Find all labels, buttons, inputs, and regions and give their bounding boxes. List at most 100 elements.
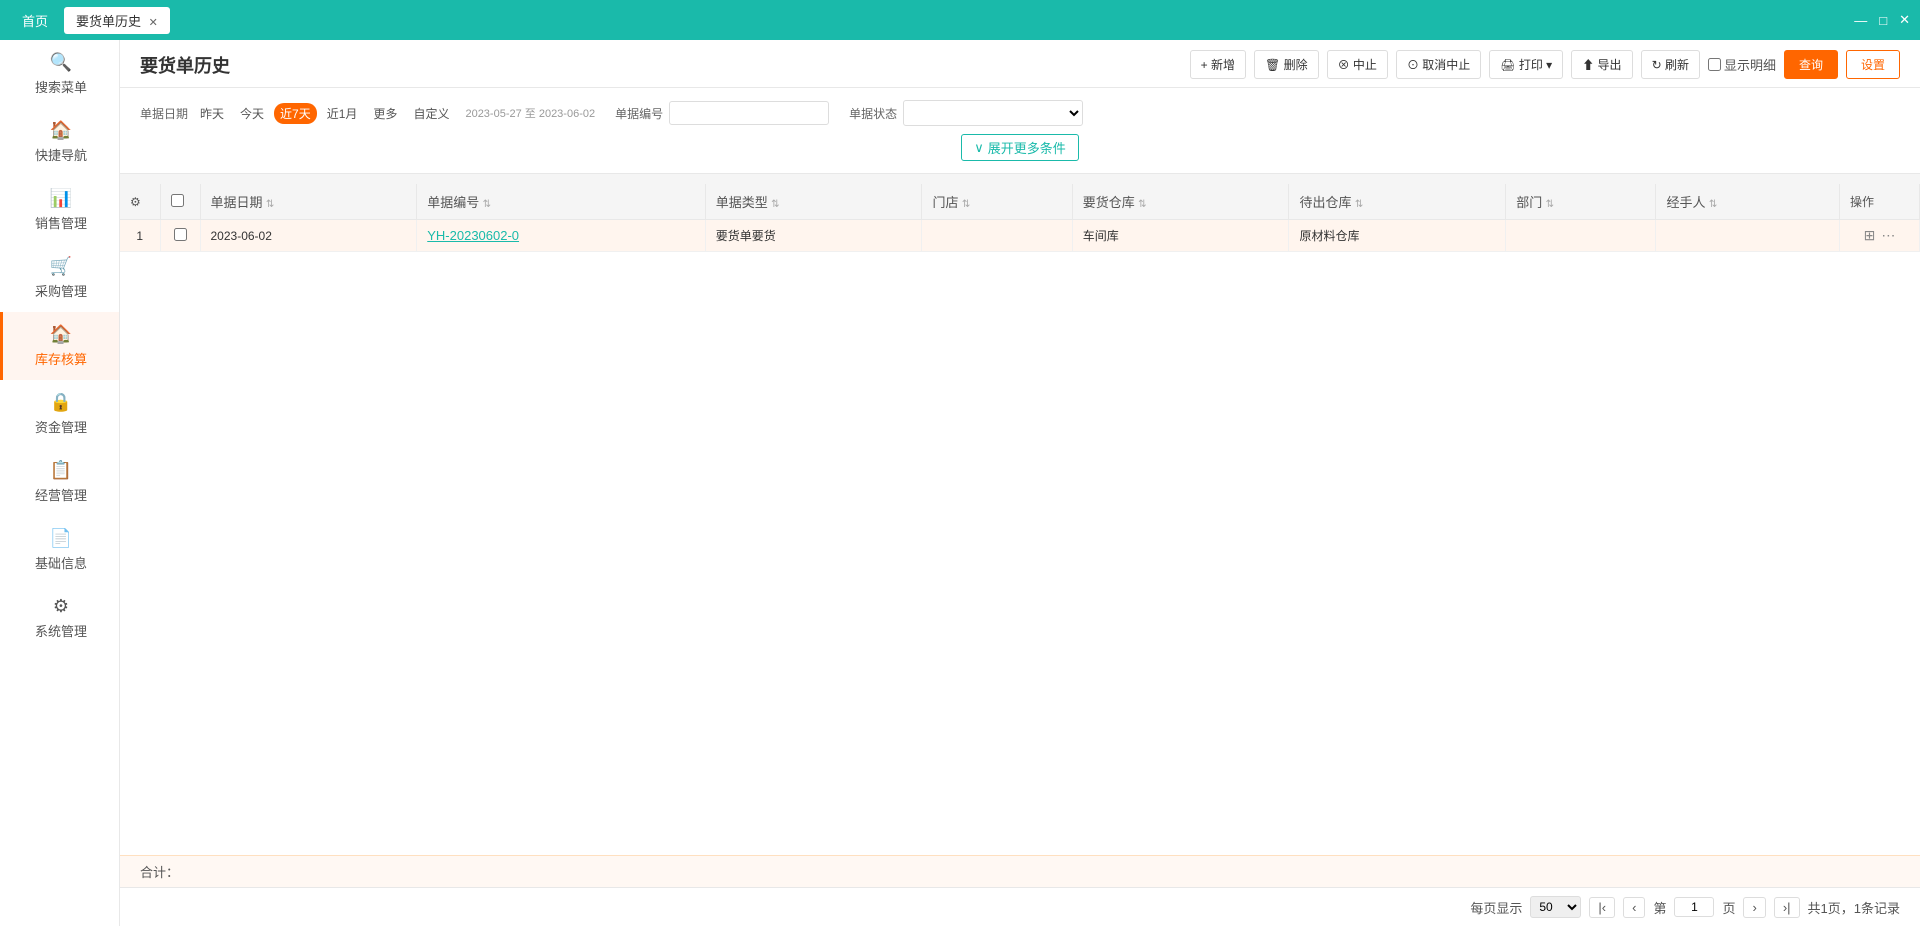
content-area: 要货单历史 + 新增 🗑 删除 ⊗ 中止 ⊙ 取消中止 🖨 打印 ▾ ⬆ 导出 … xyxy=(120,40,1920,926)
status-select[interactable] xyxy=(903,100,1083,126)
sidebar-item-operations[interactable]: 📋 经营管理 xyxy=(0,448,119,516)
status-filter-group: 单据状态 xyxy=(849,100,1083,126)
maximize-icon[interactable]: □ xyxy=(1879,13,1887,28)
sidebar-label-basic: 基础信息 xyxy=(35,553,87,572)
date-shortcut-1month[interactable]: 近1月 xyxy=(321,103,364,124)
page-header: 要货单历史 + 新增 🗑 删除 ⊗ 中止 ⊙ 取消中止 🖨 打印 ▾ ⬆ 导出 … xyxy=(120,40,1920,88)
sidebar-item-sales[interactable]: 📊 销售管理 xyxy=(0,176,119,244)
page-size-select[interactable]: 50 10 20 100 xyxy=(1530,896,1581,918)
summary-label: 合计： xyxy=(140,865,179,880)
col-dept[interactable]: 部门 ⇅ xyxy=(1506,184,1656,220)
sidebar-label-purchase: 采购管理 xyxy=(35,281,87,300)
col-req-wh[interactable]: 要货仓库 ⇅ xyxy=(1072,184,1289,220)
sidebar-item-quick-nav[interactable]: 🏠 快捷导航 xyxy=(0,108,119,176)
date-shortcut-today[interactable]: 今天 xyxy=(234,103,270,124)
main-layout: 🔍 搜索菜单 🏠 快捷导航 📊 销售管理 🛒 采购管理 🏠 库存核算 🔒 资金管… xyxy=(0,40,1920,926)
row-more-icon[interactable]: ⋯ xyxy=(1881,227,1895,244)
page-title: 要货单历史 xyxy=(140,52,230,78)
doc-num-filter-group: 单据编号 xyxy=(615,101,829,125)
display-cell-toggle[interactable]: 显示明细 xyxy=(1708,55,1776,74)
sidebar-label-inventory: 库存核算 xyxy=(35,349,87,368)
tab-close-icon[interactable]: ✕ xyxy=(149,17,158,29)
date-shortcut-7days[interactable]: 近7天 xyxy=(274,103,317,124)
expand-conditions-button[interactable]: ∨ 展开更多条件 xyxy=(961,134,1079,161)
doc-num-label: 单据编号 xyxy=(615,105,663,122)
col-date[interactable]: 单据日期 ⇅ xyxy=(200,184,417,220)
tab-bar: 首页 要货单历史 ✕ xyxy=(10,7,1854,34)
row-seq: 1 xyxy=(120,220,160,252)
sidebar: 🔍 搜索菜单 🏠 快捷导航 📊 销售管理 🛒 采购管理 🏠 库存核算 🔒 资金管… xyxy=(0,40,120,926)
sidebar-item-system[interactable]: ⚙ 系统管理 xyxy=(0,584,119,652)
export-button[interactable]: ⬆ 导出 xyxy=(1571,50,1632,79)
col-num-header[interactable]: 单据编号 ⇅ xyxy=(417,184,705,220)
sidebar-item-search-menu[interactable]: 🔍 搜索菜单 xyxy=(0,40,119,108)
select-all-checkbox[interactable] xyxy=(171,194,184,207)
sidebar-item-inventory[interactable]: 🏠 库存核算 xyxy=(0,312,119,380)
expand-label: 展开更多条件 xyxy=(988,138,1066,157)
doc-num-input[interactable] xyxy=(669,101,829,125)
settings-button[interactable]: 设置 xyxy=(1846,50,1900,79)
system-icon: ⚙ xyxy=(53,596,69,617)
next-page-button[interactable]: › xyxy=(1743,897,1765,918)
total-info: 共1页，1条记录 xyxy=(1808,898,1900,917)
table-row: 1 2023-06-02 YH-20230602-0 要货单要货 车间库 原材料… xyxy=(120,220,1920,252)
filter-area: 单据日期 昨天 今天 近7天 近1月 更多 自定义 2023-05-27 至 2… xyxy=(120,88,1920,174)
sidebar-label-search-menu: 搜索菜单 xyxy=(35,77,87,96)
display-cell-checkbox[interactable] xyxy=(1708,58,1721,71)
action-icons-group: ⊞ ⋯ xyxy=(1850,227,1909,244)
first-page-button[interactable]: |‹ xyxy=(1589,897,1615,918)
date-shortcut-custom[interactable]: 自定义 xyxy=(407,103,455,124)
sort-wait-wh-icon: ⇅ xyxy=(1355,199,1363,210)
status-label: 单据状态 xyxy=(849,105,897,122)
sort-num-icon: ⇅ xyxy=(483,199,491,210)
sort-date-icon: ⇅ xyxy=(266,199,274,210)
table-footer: 合计： xyxy=(120,855,1920,887)
print-button[interactable]: 🖨 打印 ▾ xyxy=(1489,50,1563,79)
top-bar: 首页 要货单历史 ✕ — □ ✕ xyxy=(0,0,1920,40)
col-type[interactable]: 单据类型 ⇅ xyxy=(705,184,922,220)
minimize-icon[interactable]: — xyxy=(1854,13,1867,28)
row-num-link[interactable]: YH-20230602-0 xyxy=(427,228,519,243)
sidebar-item-basic[interactable]: 📄 基础信息 xyxy=(0,516,119,584)
toolbar: + 新增 🗑 删除 ⊗ 中止 ⊙ 取消中止 🖨 打印 ▾ ⬆ 导出 ↻ 刷新 显… xyxy=(1190,50,1900,79)
sidebar-label-system: 系统管理 xyxy=(35,621,87,640)
page-num-input[interactable] xyxy=(1674,897,1714,917)
date-shortcut-more[interactable]: 更多 xyxy=(367,103,403,124)
sort-store-icon: ⇅ xyxy=(962,199,970,210)
row-actions: ⊞ ⋯ xyxy=(1840,220,1920,252)
row-store xyxy=(922,220,1072,252)
sidebar-label-sales: 销售管理 xyxy=(35,213,87,232)
table-container: ⚙ 单据日期 ⇅ 单据编号 ⇅ 单据类型 ⇅ 门店 ⇅ 要货仓库 ⇅ 待出仓库 … xyxy=(120,184,1920,855)
tab-requisition-history[interactable]: 要货单历史 ✕ xyxy=(64,7,170,34)
refresh-button[interactable]: ↻ 刷新 xyxy=(1641,50,1700,79)
prev-page-button[interactable]: ‹ xyxy=(1623,897,1645,918)
cancel-stop-button[interactable]: ⊙ 取消中止 xyxy=(1396,50,1481,79)
close-icon[interactable]: ✕ xyxy=(1899,12,1910,28)
col-settings[interactable]: ⚙ xyxy=(120,184,160,220)
row-view-icon[interactable]: ⊞ xyxy=(1864,227,1876,244)
col-store[interactable]: 门店 ⇅ xyxy=(922,184,1072,220)
date-shortcut-yesterday[interactable]: 昨天 xyxy=(194,103,230,124)
stop-button[interactable]: ⊗ 中止 xyxy=(1327,50,1388,79)
query-button[interactable]: 查询 xyxy=(1784,50,1838,79)
last-page-button[interactable]: ›| xyxy=(1774,897,1800,918)
delete-button[interactable]: 🗑 删除 xyxy=(1254,50,1319,79)
expand-arrow-icon: ∨ xyxy=(974,140,984,156)
row-select-checkbox[interactable] xyxy=(174,228,187,241)
window-controls: — □ ✕ xyxy=(1854,12,1910,28)
expand-more-area: ∨ 展开更多条件 xyxy=(140,134,1900,161)
row-date: 2023-06-02 xyxy=(200,220,417,252)
basic-icon: 📄 xyxy=(50,528,72,549)
pagination-bar: 每页显示 50 10 20 100 |‹ ‹ 第 页 › ›| 共1页，1条记录 xyxy=(120,887,1920,926)
col-handler[interactable]: 经手人 ⇅ xyxy=(1656,184,1840,220)
sidebar-item-finance[interactable]: 🔒 资金管理 xyxy=(0,380,119,448)
date-range-display: 2023-05-27 至 2023-06-02 xyxy=(465,105,595,121)
sort-type-icon: ⇅ xyxy=(771,199,779,210)
operations-icon: 📋 xyxy=(50,460,72,481)
quick-nav-icon: 🏠 xyxy=(50,120,72,141)
sort-handler-icon: ⇅ xyxy=(1709,199,1717,210)
col-wait-wh[interactable]: 待出仓库 ⇅ xyxy=(1289,184,1506,220)
sidebar-item-purchase[interactable]: 🛒 采购管理 xyxy=(0,244,119,312)
new-button[interactable]: + 新增 xyxy=(1190,50,1246,79)
tab-home[interactable]: 首页 xyxy=(10,7,60,34)
